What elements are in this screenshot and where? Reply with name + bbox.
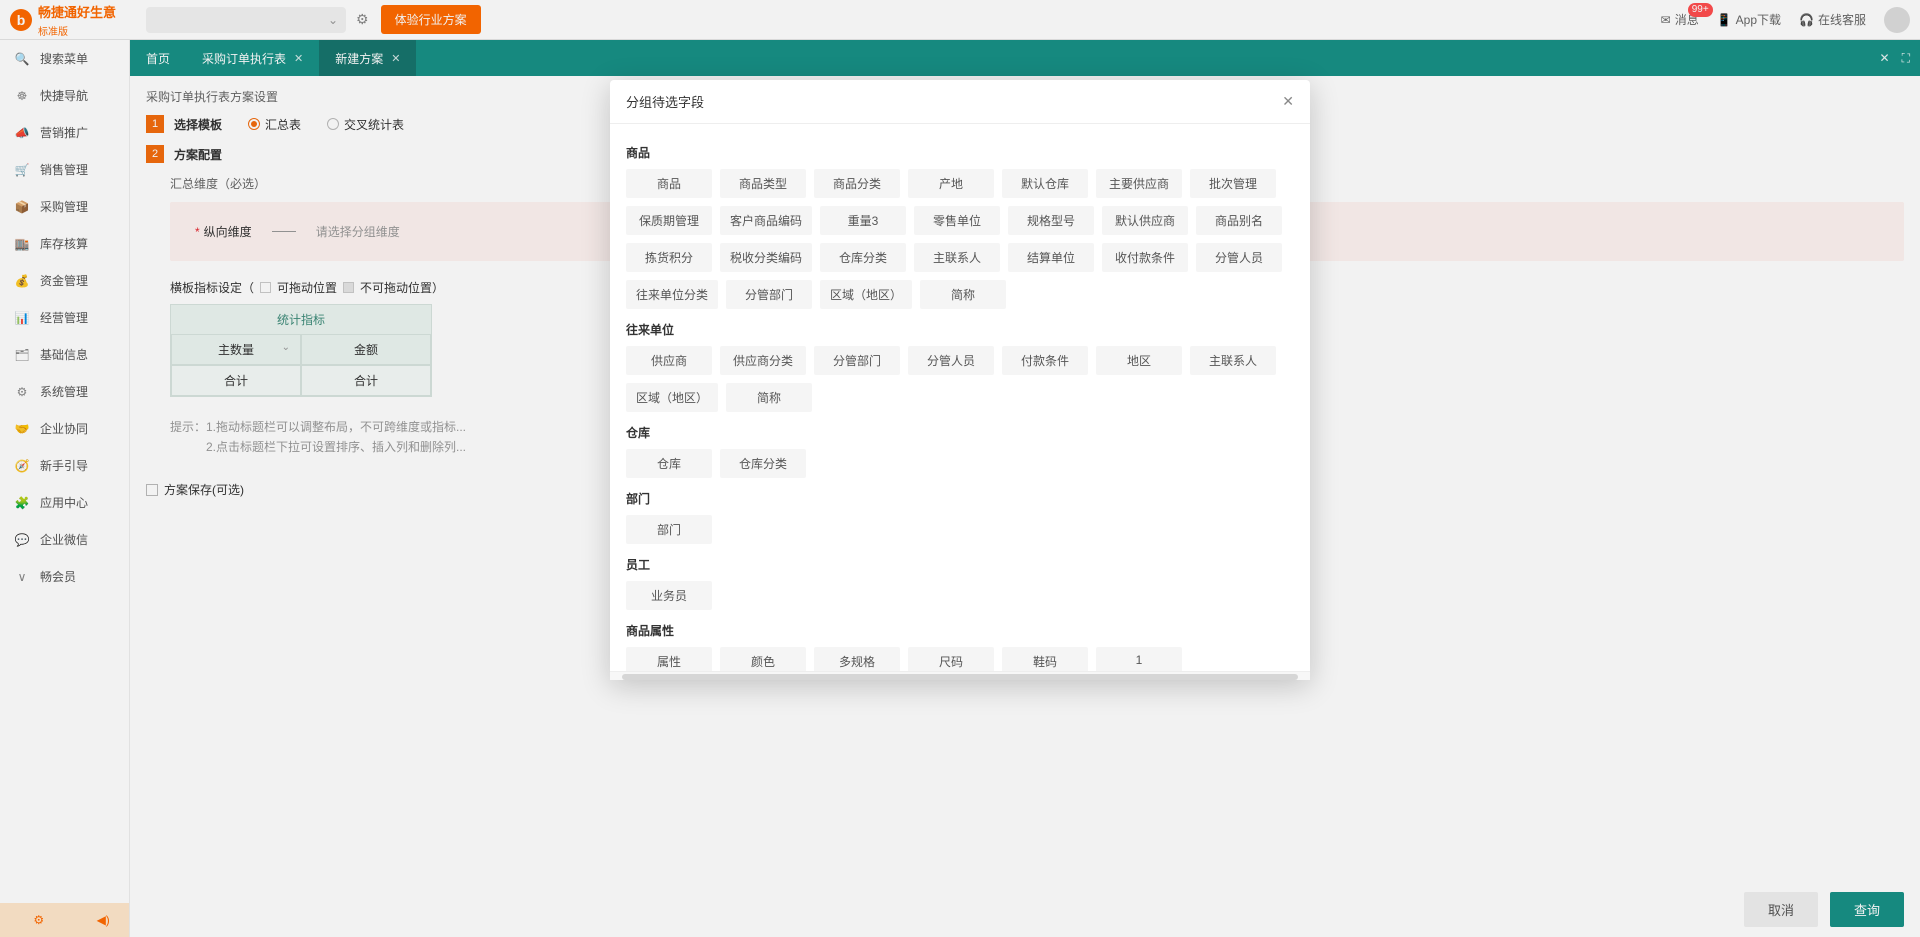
field-chip[interactable]: 付款条件 (1002, 346, 1088, 375)
modal-title: 分组待选字段 (626, 92, 704, 111)
field-chip[interactable]: 分管部门 (814, 346, 900, 375)
field-chip[interactable]: 仓库 (626, 449, 712, 478)
modal-body: 商品商品商品类型商品分类产地默认仓库主要供应商批次管理保质期管理客户商品编码重量… (610, 124, 1310, 671)
field-chip[interactable]: 区域（地区） (820, 280, 912, 309)
field-chip[interactable]: 地区 (1096, 346, 1182, 375)
field-chip[interactable]: 分管人员 (1196, 243, 1282, 272)
field-chip[interactable]: 多规格 (814, 647, 900, 671)
chip-wrap: 业务员 (626, 581, 1294, 610)
field-chip[interactable]: 收付款条件 (1102, 243, 1188, 272)
field-chip[interactable]: 仓库分类 (820, 243, 906, 272)
field-chip[interactable]: 尺码 (908, 647, 994, 671)
field-chip[interactable]: 商品分类 (814, 169, 900, 198)
field-chip[interactable]: 重量3 (820, 206, 906, 235)
field-chip[interactable]: 供应商 (626, 346, 712, 375)
chip-wrap: 供应商供应商分类分管部门分管人员付款条件地区主联系人区域（地区） 简称 (626, 346, 1294, 412)
field-chip[interactable]: 区域（地区） (626, 383, 718, 412)
field-chip[interactable]: 颜色 (720, 647, 806, 671)
field-chip[interactable]: 产地 (908, 169, 994, 198)
field-chip[interactable]: 商品类型 (720, 169, 806, 198)
field-chip[interactable]: 仓库分类 (720, 449, 806, 478)
field-chip[interactable]: 保质期管理 (626, 206, 712, 235)
field-chip[interactable]: 默认供应商 (1102, 206, 1188, 235)
field-chip[interactable]: 主要供应商 (1096, 169, 1182, 198)
field-chip[interactable]: 零售单位 (914, 206, 1000, 235)
field-chip[interactable]: 往来单位分类 (626, 280, 718, 309)
field-chip[interactable]: 业务员 (626, 581, 712, 610)
field-chip[interactable]: 商品别名 (1196, 206, 1282, 235)
field-chip[interactable]: 部门 (626, 515, 712, 544)
field-chip[interactable]: 默认仓库 (1002, 169, 1088, 198)
field-chip[interactable]: 分管人员 (908, 346, 994, 375)
chip-wrap: 仓库仓库分类 (626, 449, 1294, 478)
field-chip[interactable]: 鞋码 (1002, 647, 1088, 671)
chip-wrap: 商品商品类型商品分类产地默认仓库主要供应商批次管理保质期管理客户商品编码重量3 零… (626, 169, 1294, 309)
field-picker-modal: 分组待选字段 ✕ 商品商品商品类型商品分类产地默认仓库主要供应商批次管理保质期管… (610, 80, 1310, 680)
modal-scrollbar[interactable] (610, 671, 1310, 680)
group-title: 仓库 (626, 424, 1294, 441)
field-chip[interactable]: 简称 (920, 280, 1006, 309)
close-icon[interactable]: ✕ (1282, 93, 1294, 110)
chip-wrap: 部门 (626, 515, 1294, 544)
group-title: 往来单位 (626, 321, 1294, 338)
group-title: 员工 (626, 556, 1294, 573)
field-chip[interactable]: 结算单位 (1008, 243, 1094, 272)
chip-wrap: 属性颜色多规格尺码鞋码 1 (626, 647, 1294, 671)
field-chip[interactable]: 规格型号 (1008, 206, 1094, 235)
modal-header: 分组待选字段 ✕ (610, 80, 1310, 124)
field-chip[interactable]: 主联系人 (1190, 346, 1276, 375)
field-chip[interactable]: 客户商品编码 (720, 206, 812, 235)
field-chip[interactable]: 主联系人 (914, 243, 1000, 272)
field-chip[interactable]: 供应商分类 (720, 346, 806, 375)
group-title: 商品属性 (626, 622, 1294, 639)
group-title: 商品 (626, 144, 1294, 161)
field-chip[interactable]: 简称 (726, 383, 812, 412)
group-title: 部门 (626, 490, 1294, 507)
field-chip[interactable]: 税收分类编码 (720, 243, 812, 272)
field-chip[interactable]: 1 (1096, 647, 1182, 671)
field-chip[interactable]: 商品 (626, 169, 712, 198)
field-chip[interactable]: 分管部门 (726, 280, 812, 309)
field-chip[interactable]: 拣货积分 (626, 243, 712, 272)
field-chip[interactable]: 属性 (626, 647, 712, 671)
field-chip[interactable]: 批次管理 (1190, 169, 1276, 198)
